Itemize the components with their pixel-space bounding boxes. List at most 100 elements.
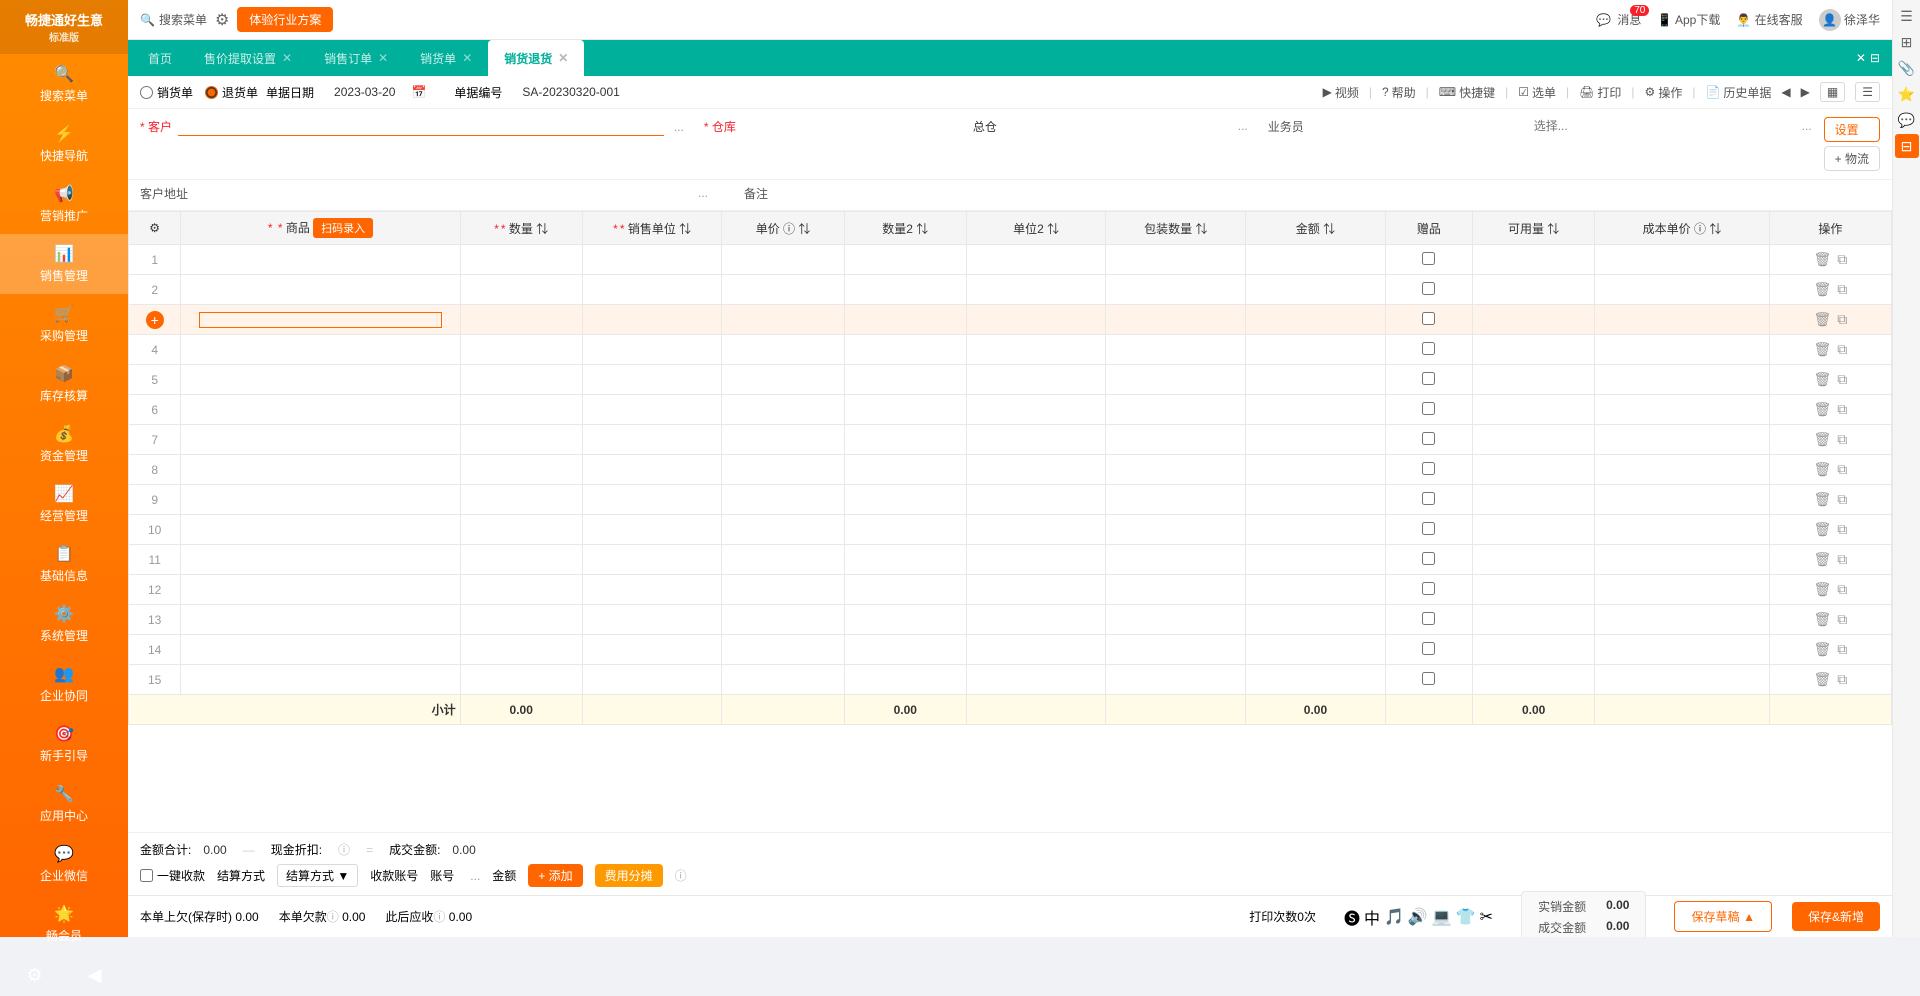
unit-cell-5[interactable] bbox=[582, 365, 722, 395]
price-cell-3[interactable] bbox=[722, 305, 844, 335]
unit2-cell-1[interactable] bbox=[966, 245, 1106, 275]
sidebar-item-system[interactable]: ⚙️ 系统管理 bbox=[0, 594, 128, 654]
qty2-cell-11[interactable] bbox=[844, 545, 966, 575]
cost-cell-5[interactable] bbox=[1595, 365, 1770, 395]
unit-cell-11[interactable] bbox=[582, 545, 722, 575]
qty2-cell-4[interactable] bbox=[844, 335, 966, 365]
radio-return-input[interactable] bbox=[205, 86, 218, 99]
sidebar-item-operation[interactable]: 📈 经营管理 bbox=[0, 474, 128, 534]
amount-cell-4[interactable] bbox=[1246, 335, 1386, 365]
logistics-btn[interactable]: + 物流 bbox=[1824, 146, 1880, 171]
pkg-cell-14[interactable] bbox=[1106, 635, 1246, 665]
qty2-cell-6[interactable] bbox=[844, 395, 966, 425]
delete-icon-4[interactable]: 🗑 bbox=[1813, 341, 1831, 358]
unit2-cell-4[interactable] bbox=[966, 335, 1106, 365]
tab-menu[interactable]: ⊟ bbox=[1870, 51, 1880, 65]
qty-cell-7[interactable] bbox=[460, 425, 582, 455]
avail-cell-7[interactable] bbox=[1473, 425, 1595, 455]
right-panel-icon-5[interactable]: 💬 bbox=[1895, 108, 1919, 132]
gift-cell-1[interactable] bbox=[1385, 245, 1472, 275]
pkg-cell-3[interactable] bbox=[1106, 305, 1246, 335]
avail-cell-6[interactable] bbox=[1473, 395, 1595, 425]
qty2-cell-1[interactable] bbox=[844, 245, 966, 275]
staff-dots[interactable]: ... bbox=[1802, 119, 1812, 133]
add-row-btn[interactable]: + bbox=[146, 311, 164, 329]
unit2-cell-10[interactable] bbox=[966, 515, 1106, 545]
pkg-cell-15[interactable] bbox=[1106, 665, 1246, 695]
amount-cell-2[interactable] bbox=[1246, 275, 1386, 305]
unit-cell-6[interactable] bbox=[582, 395, 722, 425]
avail-cell-2[interactable] bbox=[1473, 275, 1595, 305]
unit-cell-1[interactable] bbox=[582, 245, 722, 275]
price-cell-13[interactable] bbox=[722, 605, 844, 635]
delete-icon-15[interactable]: 🗑 bbox=[1813, 671, 1831, 688]
unit2-cell-2[interactable] bbox=[966, 275, 1106, 305]
price-cell-14[interactable] bbox=[722, 635, 844, 665]
sidebar-item-vip[interactable]: 🌟 畅会员 bbox=[0, 894, 128, 954]
tab-price-extract[interactable]: 售价提取设置 ✕ bbox=[188, 40, 308, 76]
unit-cell-2[interactable] bbox=[582, 275, 722, 305]
price-cell-7[interactable] bbox=[722, 425, 844, 455]
copy-icon-5[interactable]: ⧉ bbox=[1837, 371, 1847, 388]
gift-cell-9[interactable] bbox=[1385, 485, 1472, 515]
cost-cell-11[interactable] bbox=[1595, 545, 1770, 575]
amount-cell-10[interactable] bbox=[1246, 515, 1386, 545]
cost-cell-12[interactable] bbox=[1595, 575, 1770, 605]
product-cell-12[interactable] bbox=[181, 575, 460, 605]
sidebar-item-marketing[interactable]: 📢 营销推广 bbox=[0, 174, 128, 234]
copy-icon-12[interactable]: ⧉ bbox=[1837, 581, 1847, 598]
pkg-cell-5[interactable] bbox=[1106, 365, 1246, 395]
right-panel-icon-1[interactable]: ☰ bbox=[1895, 4, 1919, 28]
product-cell-3[interactable] bbox=[181, 305, 460, 335]
product-cell-1[interactable] bbox=[181, 245, 460, 275]
pkg-cell-7[interactable] bbox=[1106, 425, 1246, 455]
scan-btn[interactable]: 扫码录入 bbox=[313, 218, 373, 238]
pkg-cell-11[interactable] bbox=[1106, 545, 1246, 575]
pkg-cell-9[interactable] bbox=[1106, 485, 1246, 515]
product-cell-14[interactable] bbox=[181, 635, 460, 665]
gift-cell-7[interactable] bbox=[1385, 425, 1472, 455]
delete-icon-3[interactable]: 🗑 bbox=[1813, 311, 1831, 328]
cost-cell-9[interactable] bbox=[1595, 485, 1770, 515]
unit2-cell-11[interactable] bbox=[966, 545, 1106, 575]
address-dots[interactable]: ... bbox=[698, 186, 708, 200]
price-cell-15[interactable] bbox=[722, 665, 844, 695]
tab-sales-order-close[interactable]: ✕ bbox=[378, 51, 388, 65]
price-cell-5[interactable] bbox=[722, 365, 844, 395]
grid-view-btn[interactable]: ▦ bbox=[1820, 82, 1845, 102]
price-cell-10[interactable] bbox=[722, 515, 844, 545]
amount-cell-15[interactable] bbox=[1246, 665, 1386, 695]
settings-btn[interactable]: 设置 bbox=[1824, 117, 1880, 142]
customer-dots[interactable]: ... bbox=[674, 120, 684, 134]
pkg-cell-12[interactable] bbox=[1106, 575, 1246, 605]
price-cell-9[interactable] bbox=[722, 485, 844, 515]
right-panel-icon-3[interactable]: 📎 bbox=[1895, 56, 1919, 80]
copy-icon-2[interactable]: ⧉ bbox=[1837, 281, 1847, 298]
unit2-cell-8[interactable] bbox=[966, 455, 1106, 485]
unit-cell-9[interactable] bbox=[582, 485, 722, 515]
gift-cell-8[interactable] bbox=[1385, 455, 1472, 485]
sidebar-item-appstore[interactable]: 🔧 应用中心 bbox=[0, 774, 128, 834]
price-cell-1[interactable] bbox=[722, 245, 844, 275]
copy-icon-7[interactable]: ⧉ bbox=[1837, 431, 1847, 448]
cost-cell-7[interactable] bbox=[1595, 425, 1770, 455]
avail-cell-11[interactable] bbox=[1473, 545, 1595, 575]
qty2-cell-2[interactable] bbox=[844, 275, 966, 305]
copy-icon-8[interactable]: ⧉ bbox=[1837, 461, 1847, 478]
unit-cell-14[interactable] bbox=[582, 635, 722, 665]
product-cell-5[interactable] bbox=[181, 365, 460, 395]
qty2-cell-12[interactable] bbox=[844, 575, 966, 605]
video-btn[interactable]: ▶ 视频 bbox=[1323, 84, 1359, 101]
address-input[interactable] bbox=[194, 184, 688, 202]
staff-input[interactable] bbox=[1310, 117, 1792, 135]
avail-cell-5[interactable] bbox=[1473, 365, 1595, 395]
list-view-btn[interactable]: ☰ bbox=[1855, 82, 1880, 102]
gift-cell-6[interactable] bbox=[1385, 395, 1472, 425]
unit2-cell-3[interactable] bbox=[966, 305, 1106, 335]
search-area[interactable]: 🔍 搜索菜单 bbox=[140, 11, 207, 28]
amount-cell-14[interactable] bbox=[1246, 635, 1386, 665]
price-cell-11[interactable] bbox=[722, 545, 844, 575]
radio-return[interactable]: 退货单 bbox=[205, 84, 258, 101]
avail-cell-8[interactable] bbox=[1473, 455, 1595, 485]
price-cell-2[interactable] bbox=[722, 275, 844, 305]
